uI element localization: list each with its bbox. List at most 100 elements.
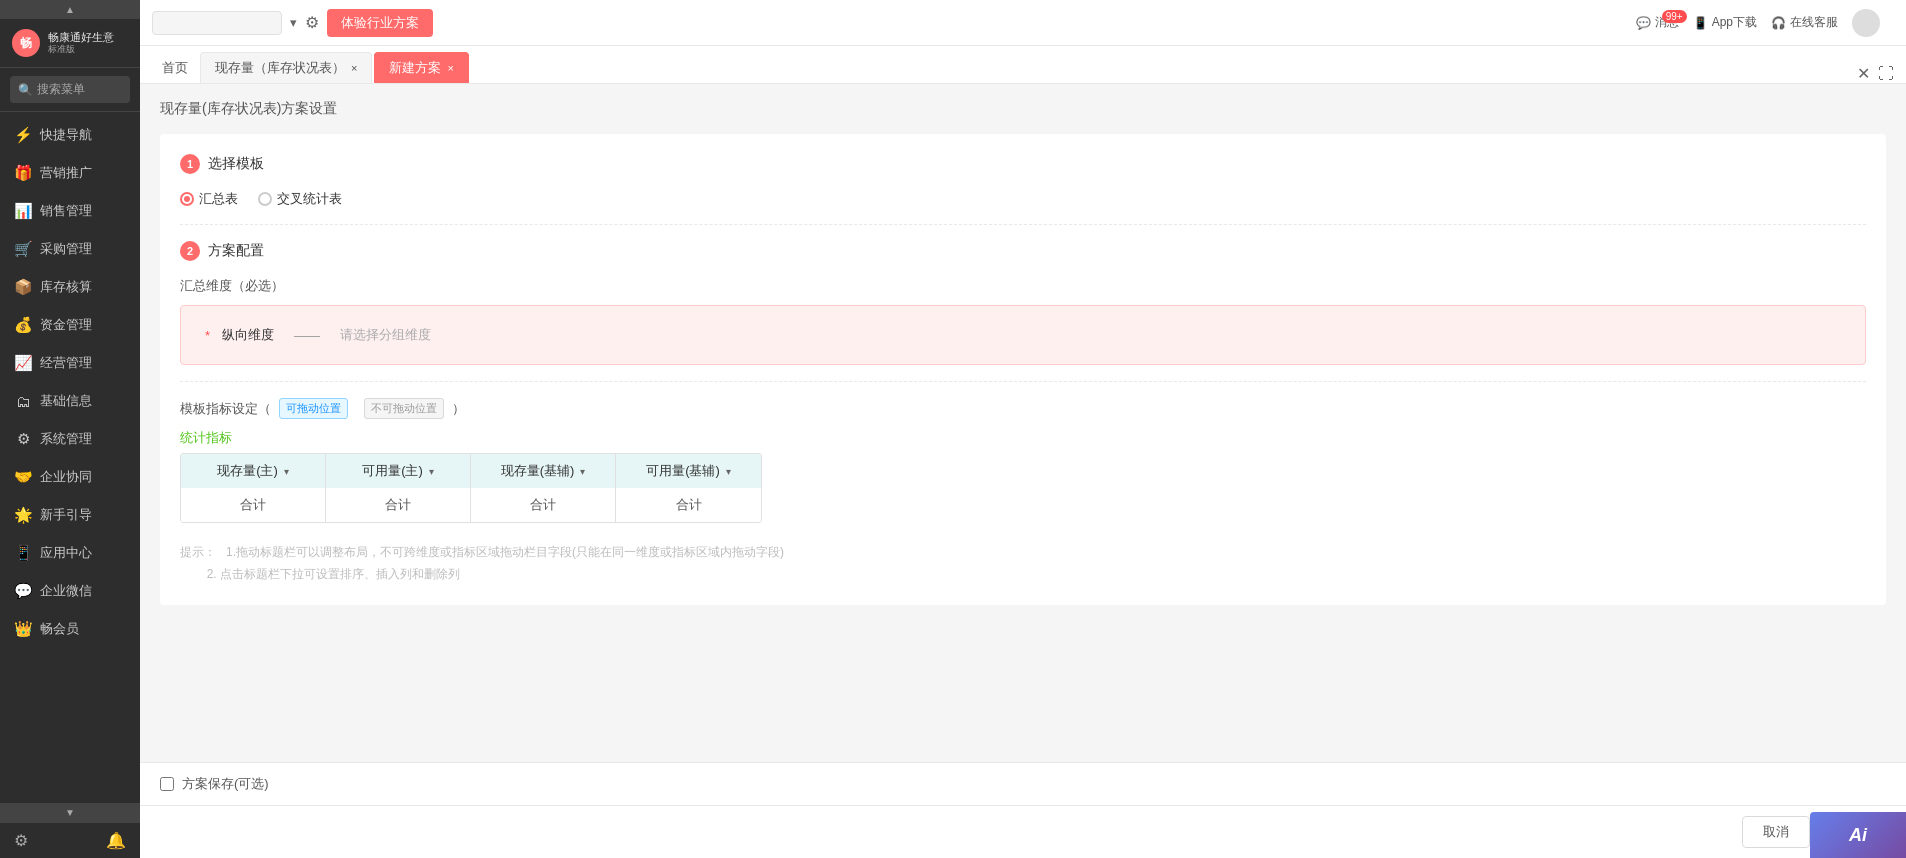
stats-col-2-label: 可用量(主) (362, 462, 423, 480)
sidebar-scroll-up[interactable]: ▲ (0, 0, 140, 19)
stats-col-2-header[interactable]: 可用量(主) ▾ (326, 454, 471, 488)
sidebar-item-operations[interactable]: 📈 经营管理 (0, 344, 140, 382)
system-icon: ⚙ (14, 430, 32, 448)
sidebar: ▲ 畅 畅康通好生意 标准版 🔍 搜索菜单 ⚡ 快捷导航 🎁 营销推广 📊 销售… (0, 0, 140, 858)
step2-title: 方案配置 (208, 242, 264, 260)
cancel-button[interactable]: 取消 (1742, 816, 1810, 848)
sidebar-item-label: 企业微信 (40, 582, 92, 600)
sound-icon[interactable]: 🔔 (106, 831, 126, 850)
finance-icon: 💰 (14, 316, 32, 334)
stats-cell-2: 合计 (326, 488, 471, 522)
stats-label: 统计指标 (180, 429, 1866, 447)
weixin-icon: 💬 (14, 582, 32, 600)
sidebar-search-box[interactable]: 🔍 搜索菜单 (10, 76, 130, 103)
sidebar-item-weixin[interactable]: 💬 企业微信 (0, 572, 140, 610)
topbar-right: 💬 消息 99+ 📱 App下载 🎧 在线客服 (1636, 9, 1894, 37)
sidebar-search-area[interactable]: 🔍 搜索菜单 (0, 68, 140, 112)
step2-num: 2 (180, 241, 200, 261)
sidebar-item-shortcut[interactable]: ⚡ 快捷导航 (0, 116, 140, 154)
window-close-btn[interactable]: ✕ (1857, 64, 1870, 83)
tab-inventory-status[interactable]: 现存量（库存状况表） × (200, 52, 372, 83)
step1-title: 选择模板 (208, 155, 264, 173)
divider-2 (180, 381, 1866, 382)
step1-num: 1 (180, 154, 200, 174)
tab-new-plan-close-icon[interactable]: × (447, 62, 453, 74)
dimension-label: 汇总维度（必选） (180, 277, 1866, 295)
stats-header-row: 现存量(主) ▾ 可用量(主) ▾ 现存量(基辅) ▾ (181, 454, 761, 488)
sidebar-item-purchase[interactable]: 🛒 采购管理 (0, 230, 140, 268)
col3-dropdown-icon[interactable]: ▾ (580, 466, 585, 477)
operations-icon: 📈 (14, 354, 32, 372)
step1-header: 1 选择模板 (180, 154, 1866, 174)
indicator-close: ） (452, 400, 465, 418)
sidebar-item-finance[interactable]: 💰 资金管理 (0, 306, 140, 344)
topbar-gear-icon[interactable]: ⚙ (305, 13, 319, 32)
sidebar-item-label: 基础信息 (40, 392, 92, 410)
app-icon: 📱 (1693, 16, 1708, 30)
topbar-search-input[interactable] (152, 11, 282, 35)
sidebar-item-base[interactable]: 🗂 基础信息 (0, 382, 140, 420)
stats-col-3-label: 现存量(基辅) (501, 462, 575, 480)
apps-icon: 📱 (14, 544, 32, 562)
topbar-message[interactable]: 💬 消息 99+ (1636, 14, 1679, 31)
sidebar-item-member[interactable]: 👑 畅会员 (0, 610, 140, 648)
radio-summary-circle (180, 192, 194, 206)
stats-col-4-label: 可用量(基辅) (646, 462, 720, 480)
topbar-app-download[interactable]: 📱 App下载 (1693, 14, 1757, 31)
dim-placeholder: 请选择分组维度 (340, 326, 431, 344)
tips-line-2: 2. 点击标题栏下拉可设置排序、插入列和删除列 (180, 564, 1866, 586)
step2-header: 2 方案配置 (180, 241, 1866, 261)
app-name: 畅康通好生意 标准版 (48, 30, 114, 56)
tab-home[interactable]: 首页 (152, 53, 198, 83)
radio-cross[interactable]: 交叉统计表 (258, 190, 342, 208)
page-title: 现存量(库存状况表)方案设置 (160, 100, 1886, 118)
radio-summary-label: 汇总表 (199, 190, 238, 208)
sidebar-item-system[interactable]: ⚙ 系统管理 (0, 420, 140, 458)
non-draggable-tag: 不可拖动位置 (364, 398, 444, 419)
tab-inventory-close-icon[interactable]: × (351, 62, 357, 74)
newuser-icon: 🌟 (14, 506, 32, 524)
sidebar-footer: ⚙ 🔔 (0, 822, 140, 858)
col2-dropdown-icon[interactable]: ▾ (429, 466, 434, 477)
sidebar-item-label: 系统管理 (40, 430, 92, 448)
stats-body-row: 合计 合计 合计 合计 (181, 488, 761, 522)
col4-dropdown-icon[interactable]: ▾ (726, 466, 731, 477)
sidebar-scroll-down[interactable]: ▼ (0, 803, 140, 822)
window-expand-btn[interactable]: ⛶ (1878, 65, 1894, 83)
sidebar-item-corp[interactable]: 🤝 企业协同 (0, 458, 140, 496)
stats-col-4-header[interactable]: 可用量(基辅) ▾ (616, 454, 761, 488)
save-plan-label: 方案保存(可选) (182, 775, 269, 793)
app-version: 标准版 (48, 44, 114, 56)
trial-btn[interactable]: 体验行业方案 (327, 9, 433, 37)
col1-dropdown-icon[interactable]: ▾ (284, 466, 289, 477)
indicator-settings: 模板指标设定（ 可拖动位置 不可拖动位置 ） 统计指标 现存量(主) ▾ (180, 398, 1866, 585)
content-area: 现存量(库存状况表)方案设置 1 选择模板 汇总表 交叉统计表 2 (140, 84, 1906, 762)
sidebar-item-label: 畅会员 (40, 620, 79, 638)
user-avatar[interactable] (1852, 9, 1880, 37)
main-area: ▾ ⚙ 体验行业方案 💬 消息 99+ 📱 App下载 🎧 在线客服 首页 (140, 0, 1906, 858)
sidebar-item-label: 采购管理 (40, 240, 92, 258)
sidebar-item-sales[interactable]: 📊 销售管理 (0, 192, 140, 230)
sidebar-item-apps[interactable]: 📱 应用中心 (0, 534, 140, 572)
search-icon: 🔍 (18, 83, 33, 97)
sidebar-item-label: 营销推广 (40, 164, 92, 182)
sidebar-item-marketing[interactable]: 🎁 营销推广 (0, 154, 140, 192)
settings-card: 1 选择模板 汇总表 交叉统计表 2 方案配置 汇总维度（必选） (160, 134, 1886, 605)
stats-col-1-label: 现存量(主) (217, 462, 278, 480)
ai-fab-button[interactable]: Ai (1810, 812, 1906, 858)
topbar-dropdown-button[interactable]: ▾ (290, 15, 297, 30)
stats-col-3-header[interactable]: 现存量(基辅) ▾ (471, 454, 616, 488)
stats-cell-3: 合计 (471, 488, 616, 522)
tab-new-plan[interactable]: 新建方案 × (374, 52, 468, 83)
radio-summary[interactable]: 汇总表 (180, 190, 238, 208)
stats-col-1-header[interactable]: 现存量(主) ▾ (181, 454, 326, 488)
topbar-service[interactable]: 🎧 在线客服 (1771, 14, 1838, 31)
dimension-box[interactable]: * 纵向维度 —— 请选择分组维度 (180, 305, 1866, 365)
radio-cross-circle (258, 192, 272, 206)
settings-icon[interactable]: ⚙ (14, 831, 28, 850)
sales-icon: 📊 (14, 202, 32, 220)
sidebar-item-newuser[interactable]: 🌟 新手引导 (0, 496, 140, 534)
sidebar-item-inventory[interactable]: 📦 库存核算 (0, 268, 140, 306)
dim-dash: —— (294, 328, 320, 343)
save-plan-checkbox[interactable] (160, 777, 174, 791)
